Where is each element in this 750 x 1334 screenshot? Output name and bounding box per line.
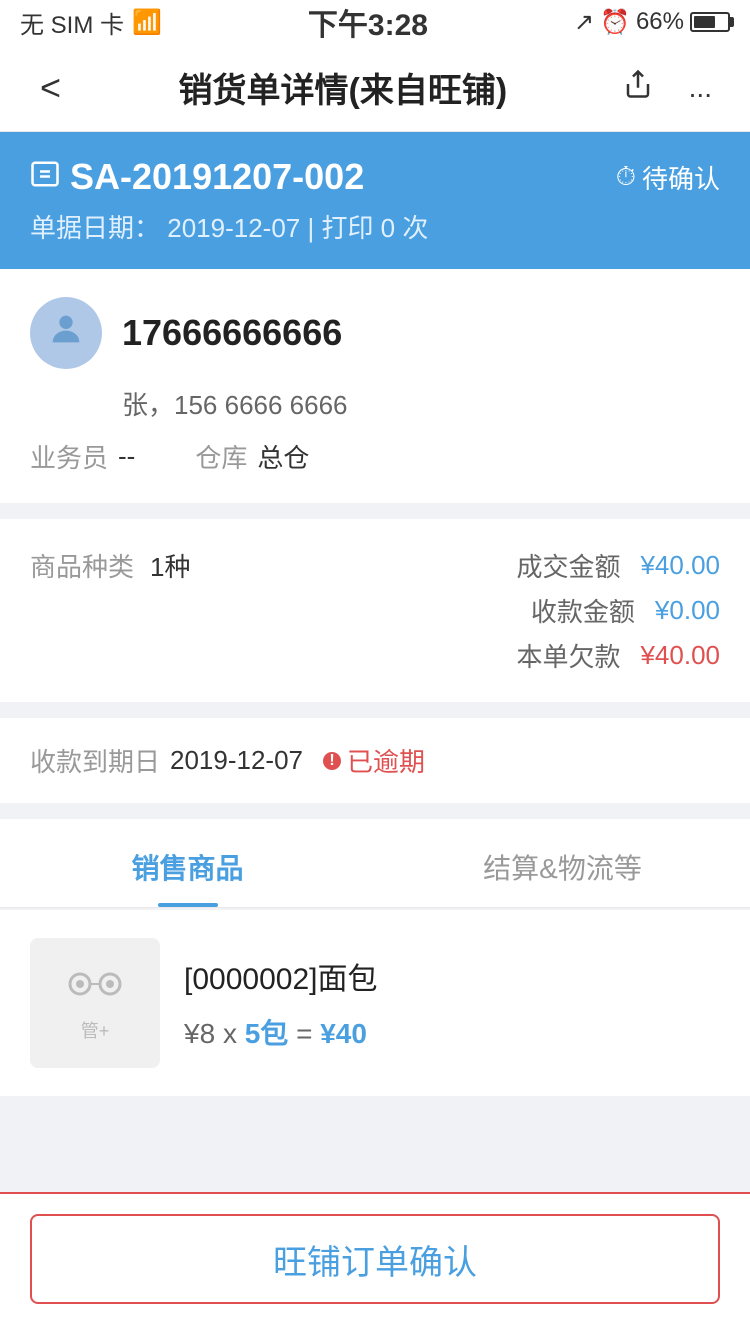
thumb-brand-text: 管+ — [81, 1017, 110, 1043]
customer-phone: 17666666666 — [122, 312, 342, 354]
summary-row: 商品种类 1种 成交金额 ¥40.00 收款金额 ¥0.00 本单欠款 ¥40.… — [30, 547, 720, 674]
order-date-value: 2019-12-07 — [167, 213, 300, 243]
product-thumbnail: 管+ — [30, 938, 160, 1068]
status-icon: ⏱ — [616, 161, 636, 193]
overdue-section: 收款到期日 2019-12-07 ! 已逾期 — [0, 718, 750, 803]
salesperson-label: 业务员 — [30, 438, 108, 475]
owed-value: ¥40.00 — [640, 640, 720, 671]
status-left: 无 SIM 卡 📶 — [20, 5, 162, 40]
confirm-order-button[interactable]: 旺铺订单确认 — [30, 1214, 720, 1304]
product-type-count: 1种 — [150, 547, 190, 584]
amount-list: 成交金额 ¥40.00 收款金额 ¥0.00 本单欠款 ¥40.00 — [516, 547, 720, 674]
order-id-icon — [30, 156, 60, 198]
customer-phone-row: 17666666666 — [30, 297, 720, 369]
overdue-label: 收款到期日 — [30, 742, 160, 779]
order-date-row: 单据日期： 2019-12-07 | 打印 0 次 — [30, 208, 720, 245]
product-quantity: 5包 — [245, 1018, 289, 1049]
location-icon: ↗ — [574, 8, 594, 37]
customer-section: 17666666666 张，156 6666 6666 业务员 -- 仓库 总仓 — [0, 269, 750, 503]
overdue-date: 2019-12-07 — [170, 745, 303, 776]
order-header-top: SA-20191207-002 ⏱ 待确认 — [30, 156, 720, 198]
price-unit: ¥8 — [184, 1018, 215, 1049]
salesperson-value: -- — [118, 441, 135, 472]
multiply-sign: x — [223, 1018, 245, 1049]
salesperson-item: 业务员 -- — [30, 438, 135, 475]
status-bar: 无 SIM 卡 📶 下午3:28 ↗ ⏰ 66% — [0, 0, 750, 44]
overdue-warning-icon: ! — [323, 752, 341, 770]
nav-actions: ... — [615, 61, 720, 114]
order-id: SA-20191207-002 — [30, 156, 364, 198]
equals-sign: = — [296, 1018, 320, 1049]
owed-item: 本单欠款 ¥40.00 — [516, 637, 720, 674]
print-info: | 打印 0 次 — [307, 213, 428, 243]
product-type-item: 商品种类 1种 — [30, 547, 190, 584]
thumb-eyes-icon — [65, 964, 125, 1013]
overdue-text: 已逾期 — [347, 742, 425, 779]
tab-products[interactable]: 销售商品 — [0, 819, 375, 907]
order-header-card: SA-20191207-002 ⏱ 待确认 单据日期： 2019-12-07 |… — [0, 132, 750, 269]
customer-meta: 业务员 -- 仓库 总仓 — [30, 438, 720, 475]
battery-fill — [694, 16, 715, 28]
amount-item: 成交金额 ¥40.00 — [516, 547, 720, 584]
customer-name: 张，156 6666 6666 — [30, 385, 720, 422]
tabs-section: 销售商品 结算&物流等 — [0, 819, 750, 908]
warehouse-item: 仓库 总仓 — [195, 438, 309, 475]
warehouse-value: 总仓 — [257, 438, 309, 475]
carrier-text: 无 SIM 卡 — [20, 5, 124, 40]
page-title: 销货单详情(来自旺铺) — [179, 63, 508, 112]
collected-item: 收款金额 ¥0.00 — [531, 592, 720, 629]
collected-label: 收款金额 — [531, 592, 635, 629]
avatar — [30, 297, 102, 369]
status-right: ↗ ⏰ 66% — [574, 8, 730, 37]
product-item: 管+ [0000002]面包 ¥8 x 5包 = ¥40 — [30, 938, 720, 1068]
alarm-icon: ⏰ — [600, 8, 630, 37]
more-button[interactable]: ... — [681, 64, 720, 112]
thumb-inner: 管+ — [65, 964, 125, 1043]
tabs-row: 销售商品 结算&物流等 — [0, 819, 750, 908]
summary-section: 商品种类 1种 成交金额 ¥40.00 收款金额 ¥0.00 本单欠款 ¥40.… — [0, 519, 750, 702]
product-name: [0000002]面包 — [184, 954, 720, 998]
wifi-icon: 📶 — [132, 8, 162, 37]
product-total: ¥40 — [320, 1018, 367, 1049]
warehouse-label: 仓库 — [195, 438, 247, 475]
back-button[interactable]: < — [30, 57, 71, 119]
collected-value: ¥0.00 — [655, 595, 720, 626]
bottom-bar: 旺铺订单确认 — [0, 1192, 750, 1334]
order-status-badge: ⏱ 待确认 — [616, 159, 720, 196]
tab-settlement[interactable]: 结算&物流等 — [375, 819, 750, 907]
share-button[interactable] — [615, 61, 661, 114]
avatar-icon — [46, 309, 86, 358]
amount-value: ¥40.00 — [640, 550, 720, 581]
amount-label: 成交金额 — [516, 547, 620, 584]
product-type-label: 商品种类 — [30, 547, 134, 584]
product-price-row: ¥8 x 5包 = ¥40 — [184, 1012, 720, 1052]
date-label: 单据日期： — [30, 213, 160, 243]
status-text: 待确认 — [642, 159, 720, 196]
nav-bar: < 销货单详情(来自旺铺) ... — [0, 44, 750, 132]
product-section: 管+ [0000002]面包 ¥8 x 5包 = ¥40 — [0, 910, 750, 1096]
owed-label: 本单欠款 — [516, 637, 620, 674]
battery-icon — [690, 12, 730, 32]
status-time: 下午3:28 — [308, 0, 428, 44]
overdue-badge: ! 已逾期 — [323, 742, 425, 779]
product-info: [0000002]面包 ¥8 x 5包 = ¥40 — [184, 954, 720, 1052]
battery-percent: 66% — [636, 8, 684, 36]
